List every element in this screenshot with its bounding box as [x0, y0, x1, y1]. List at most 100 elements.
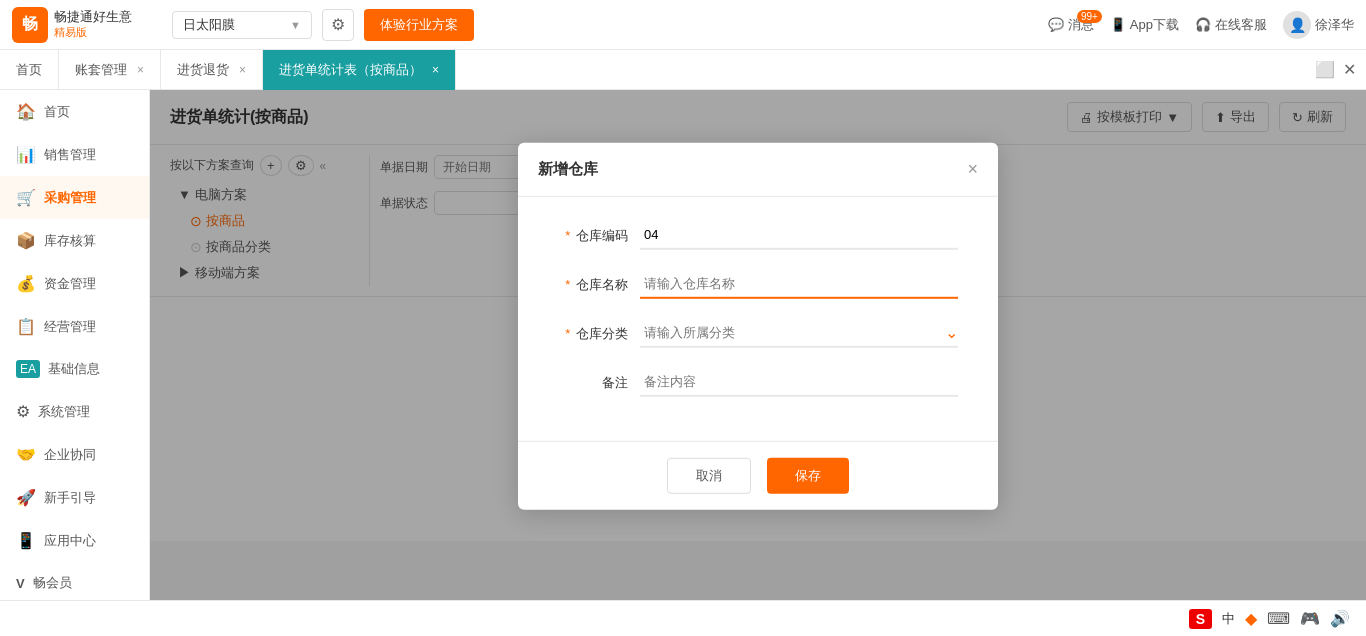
save-button[interactable]: 保存	[767, 458, 849, 494]
online-service-label: 在线客服	[1215, 16, 1267, 34]
sidebar-sales-label: 销售管理	[44, 146, 96, 164]
code-label-text: 仓库编码	[576, 227, 628, 242]
app-download-label: App下载	[1130, 16, 1179, 34]
phone-icon: 📱	[1110, 17, 1126, 32]
logo-text-area: 畅捷通好生意 精易版	[54, 9, 132, 41]
enterprise-icon: 🤝	[16, 445, 36, 464]
user-profile[interactable]: 👤 徐泽华	[1283, 11, 1354, 39]
sidebar-item-sales[interactable]: 📊 销售管理	[0, 133, 149, 176]
user-avatar: 👤	[1283, 11, 1311, 39]
sidebar-item-home[interactable]: 🏠 首页	[0, 90, 149, 133]
sidebar-item-app-center[interactable]: 📱 应用中心	[0, 519, 149, 562]
keyboard-icon: ⌨	[1267, 609, 1290, 628]
tab-purchase-return-close[interactable]: ×	[239, 63, 246, 77]
category-label-text: 仓库分类	[576, 325, 628, 340]
tab-restore-btn[interactable]: ⬜	[1315, 60, 1335, 79]
settings-button[interactable]: ⚙	[322, 9, 354, 41]
gamepad-icon: 🎮	[1300, 609, 1320, 628]
volume-icon: 🔊	[1330, 609, 1350, 628]
trial-button[interactable]: 体验行业方案	[364, 9, 474, 41]
sidebar-purchase-label: 采购管理	[44, 189, 96, 207]
category-dropdown-icon[interactable]: ⌄	[945, 323, 958, 342]
headset-icon: 🎧	[1195, 17, 1211, 32]
modal-title: 新增仓库	[538, 160, 598, 179]
home-icon: 🏠	[16, 102, 36, 121]
sidebar-item-system[interactable]: ⚙ 系统管理	[0, 390, 149, 433]
bottom-status-bar: S 中 ◆ ⌨ 🎮 🔊	[0, 600, 1366, 636]
form-row-category: * 仓库分类 ⌄	[558, 319, 958, 348]
chevron-down-icon: ▼	[290, 19, 301, 31]
operations-icon: 📋	[16, 317, 36, 336]
logo-sub: 精易版	[54, 25, 132, 40]
inventory-icon: 📦	[16, 231, 36, 250]
vip-icon: V	[16, 576, 25, 591]
basic-info-icon: EA	[16, 360, 40, 378]
tab-purchase-stats[interactable]: 进货单统计表（按商品） ×	[263, 50, 456, 90]
purchase-icon: 🛒	[16, 188, 36, 207]
sidebar-operations-label: 经营管理	[44, 318, 96, 336]
category-input[interactable]	[640, 319, 945, 346]
guide-icon: 🚀	[16, 488, 36, 507]
remark-input[interactable]	[640, 368, 958, 397]
header-right: 💬 消息 99+ 📱 App下载 🎧 在线客服 👤 徐泽华	[1048, 11, 1354, 39]
tab-purchase-stats-close[interactable]: ×	[432, 63, 439, 77]
sidebar-item-enterprise[interactable]: 🤝 企业协同	[0, 433, 149, 476]
form-row-remark: 备注	[558, 368, 958, 397]
sidebar-item-guide[interactable]: 🚀 新手引导	[0, 476, 149, 519]
sidebar-item-vip[interactable]: V 畅会员	[0, 562, 149, 604]
name-label-text: 仓库名称	[576, 276, 628, 291]
modal-footer: 取消 保存	[518, 441, 998, 510]
username: 徐泽华	[1315, 16, 1354, 34]
sidebar-system-label: 系统管理	[38, 403, 90, 421]
dot-icon: ◆	[1245, 609, 1257, 628]
gear-icon: ⚙	[331, 15, 345, 34]
sidebar: 🏠 首页 📊 销售管理 🛒 采购管理 📦 库存核算 💰 资金管理 📋 经营管理 …	[0, 90, 150, 636]
sidebar-item-inventory[interactable]: 📦 库存核算	[0, 219, 149, 262]
message-badge: 99+	[1077, 10, 1102, 23]
sidebar-item-operations[interactable]: 📋 经营管理	[0, 305, 149, 348]
name-label: * 仓库名称	[558, 275, 628, 293]
store-name: 日太阳膜	[183, 16, 286, 34]
sidebar-finance-label: 资金管理	[44, 275, 96, 293]
form-row-code: * 仓库编码	[558, 221, 958, 250]
app-download-item[interactable]: 📱 App下载	[1110, 16, 1179, 34]
logo-letter: 畅	[22, 14, 38, 35]
modal-close-button[interactable]: ×	[967, 159, 978, 180]
message-item[interactable]: 💬 消息 99+	[1048, 16, 1094, 34]
tab-account[interactable]: 账套管理 ×	[59, 50, 161, 90]
sidebar-item-purchase[interactable]: 🛒 采购管理	[0, 176, 149, 219]
app-center-icon: 📱	[16, 531, 36, 550]
tab-purchase-return[interactable]: 进货退货 ×	[161, 50, 263, 90]
content-area: 进货单统计(按商品) 🖨 按模板打印 ▼ ⬆ 导出 ↻ 刷新	[150, 90, 1366, 636]
remark-label: 备注	[558, 373, 628, 391]
sidebar-inventory-label: 库存核算	[44, 232, 96, 250]
sidebar-app-center-label: 应用中心	[44, 532, 96, 550]
modal-header: 新增仓库 ×	[518, 143, 998, 197]
finance-icon: 💰	[16, 274, 36, 293]
sidebar-item-basic-info[interactable]: EA 基础信息	[0, 348, 149, 390]
code-label: * 仓库编码	[558, 226, 628, 244]
form-row-name: * 仓库名称	[558, 270, 958, 299]
logo-text: 畅捷通好生意	[54, 9, 132, 26]
zh-label: 中	[1222, 610, 1235, 628]
tab-home[interactable]: 首页	[0, 50, 59, 90]
cancel-button[interactable]: 取消	[667, 458, 751, 494]
tab-purchase-return-label: 进货退货	[177, 61, 229, 79]
category-select-wrap: ⌄	[640, 319, 958, 348]
sidebar-basic-info-label: 基础信息	[48, 360, 100, 378]
warehouse-code-input[interactable]	[640, 221, 958, 250]
modal-body: * 仓库编码 * 仓库名称 * 仓库分类	[518, 197, 998, 441]
tab-bar: 首页 账套管理 × 进货退货 × 进货单统计表（按商品） × ⬜ ✕	[0, 50, 1366, 90]
store-selector[interactable]: 日太阳膜 ▼	[172, 11, 312, 39]
sidebar-item-finance[interactable]: 💰 资金管理	[0, 262, 149, 305]
sidebar-enterprise-label: 企业协同	[44, 446, 96, 464]
online-service-item[interactable]: 🎧 在线客服	[1195, 16, 1267, 34]
warehouse-name-input[interactable]	[640, 270, 958, 299]
tab-home-label: 首页	[16, 61, 42, 79]
top-header: 畅 畅捷通好生意 精易版 日太阳膜 ▼ ⚙ 体验行业方案 💬 消息 99+ 📱 …	[0, 0, 1366, 50]
system-icon: ⚙	[16, 402, 30, 421]
tab-close-all-btn[interactable]: ✕	[1343, 60, 1356, 79]
sidebar-vip-label: 畅会员	[33, 574, 72, 592]
tab-account-close[interactable]: ×	[137, 63, 144, 77]
sidebar-home-label: 首页	[44, 103, 70, 121]
